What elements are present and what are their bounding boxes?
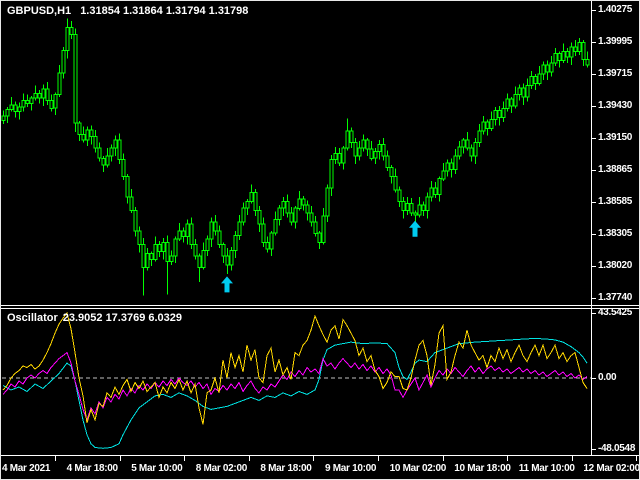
time-tick bbox=[442, 456, 444, 461]
oscillator-values: 23.9052 17.3769 6.0329 bbox=[62, 312, 183, 324]
price-label: 1.39995 bbox=[598, 36, 633, 47]
time-label: 8 Mar 18:00 bbox=[260, 463, 312, 474]
chart-canvas[interactable] bbox=[0, 0, 640, 480]
time-tick bbox=[55, 456, 56, 461]
price-label: 1.37740 bbox=[598, 292, 633, 303]
oscillator-title: Oscillator 23.9052 17.3769 6.0329 bbox=[7, 312, 182, 324]
time-label: 8 Mar 02:00 bbox=[195, 463, 247, 474]
time-tick bbox=[378, 456, 379, 461]
price-label: 1.39150 bbox=[598, 132, 633, 143]
oscillator-value-label: 0.00 bbox=[598, 372, 617, 383]
price-label: 1.38865 bbox=[598, 164, 633, 175]
buy-signal-arrow-icon bbox=[221, 276, 233, 293]
price-label: 1.40275 bbox=[598, 4, 633, 15]
time-label: 12 Mar 02:00 bbox=[583, 463, 640, 474]
buy-signal-arrow-icon bbox=[409, 220, 421, 237]
oscillator-name: Oscillator bbox=[7, 312, 58, 324]
time-tick bbox=[248, 456, 250, 461]
time-label: 4 Mar 18:00 bbox=[66, 463, 118, 474]
price-label: 1.38020 bbox=[598, 260, 633, 271]
price-label: 1.39430 bbox=[598, 100, 633, 111]
time-label: 10 Mar 02:00 bbox=[389, 463, 447, 474]
symbol-timeframe-label: GBPUSD,H1 bbox=[7, 5, 72, 17]
price-label: 1.39715 bbox=[598, 68, 633, 79]
time-label: 9 Mar 10:00 bbox=[325, 463, 377, 474]
time-tick bbox=[313, 456, 315, 461]
time-label: 4 Mar 2021 bbox=[2, 463, 51, 474]
chart-title: GBPUSD,H1 1.31854 1.31864 1.31794 1.31798 bbox=[7, 5, 248, 17]
mt4-chart-window: GBPUSD,H1 1.31854 1.31864 1.31794 1.31798… bbox=[0, 0, 640, 480]
value-axis[interactable]: 1.40275 1.39995 1.39715 1.39430 1.39150 1.388… bbox=[591, 0, 640, 455]
time-label: 5 Mar 10:00 bbox=[131, 463, 183, 474]
time-tick bbox=[571, 456, 573, 461]
price-label: 1.38585 bbox=[598, 196, 633, 207]
time-label: 10 Mar 18:00 bbox=[454, 463, 511, 474]
time-label: 11 Mar 10:00 bbox=[518, 463, 575, 474]
time-tick bbox=[184, 456, 186, 461]
panel-splitter[interactable] bbox=[1, 305, 639, 306]
time-axis-separator-line bbox=[1, 455, 639, 456]
axis-separator-line bbox=[591, 1, 592, 455]
time-axis[interactable]: 4 Mar 2021 4 Mar 18:00 5 Mar 10:00 8 Mar 02… bbox=[0, 456, 640, 480]
ohlc-values: 1.31854 1.31864 1.31794 1.31798 bbox=[80, 5, 249, 17]
panel-splitter[interactable] bbox=[1, 308, 639, 309]
oscillator-value-label: -48.0548 bbox=[598, 443, 636, 454]
time-tick bbox=[636, 456, 638, 461]
time-tick bbox=[119, 456, 121, 461]
candlesticks bbox=[1, 18, 590, 296]
price-label: 1.38305 bbox=[598, 228, 633, 239]
time-tick bbox=[507, 456, 509, 461]
